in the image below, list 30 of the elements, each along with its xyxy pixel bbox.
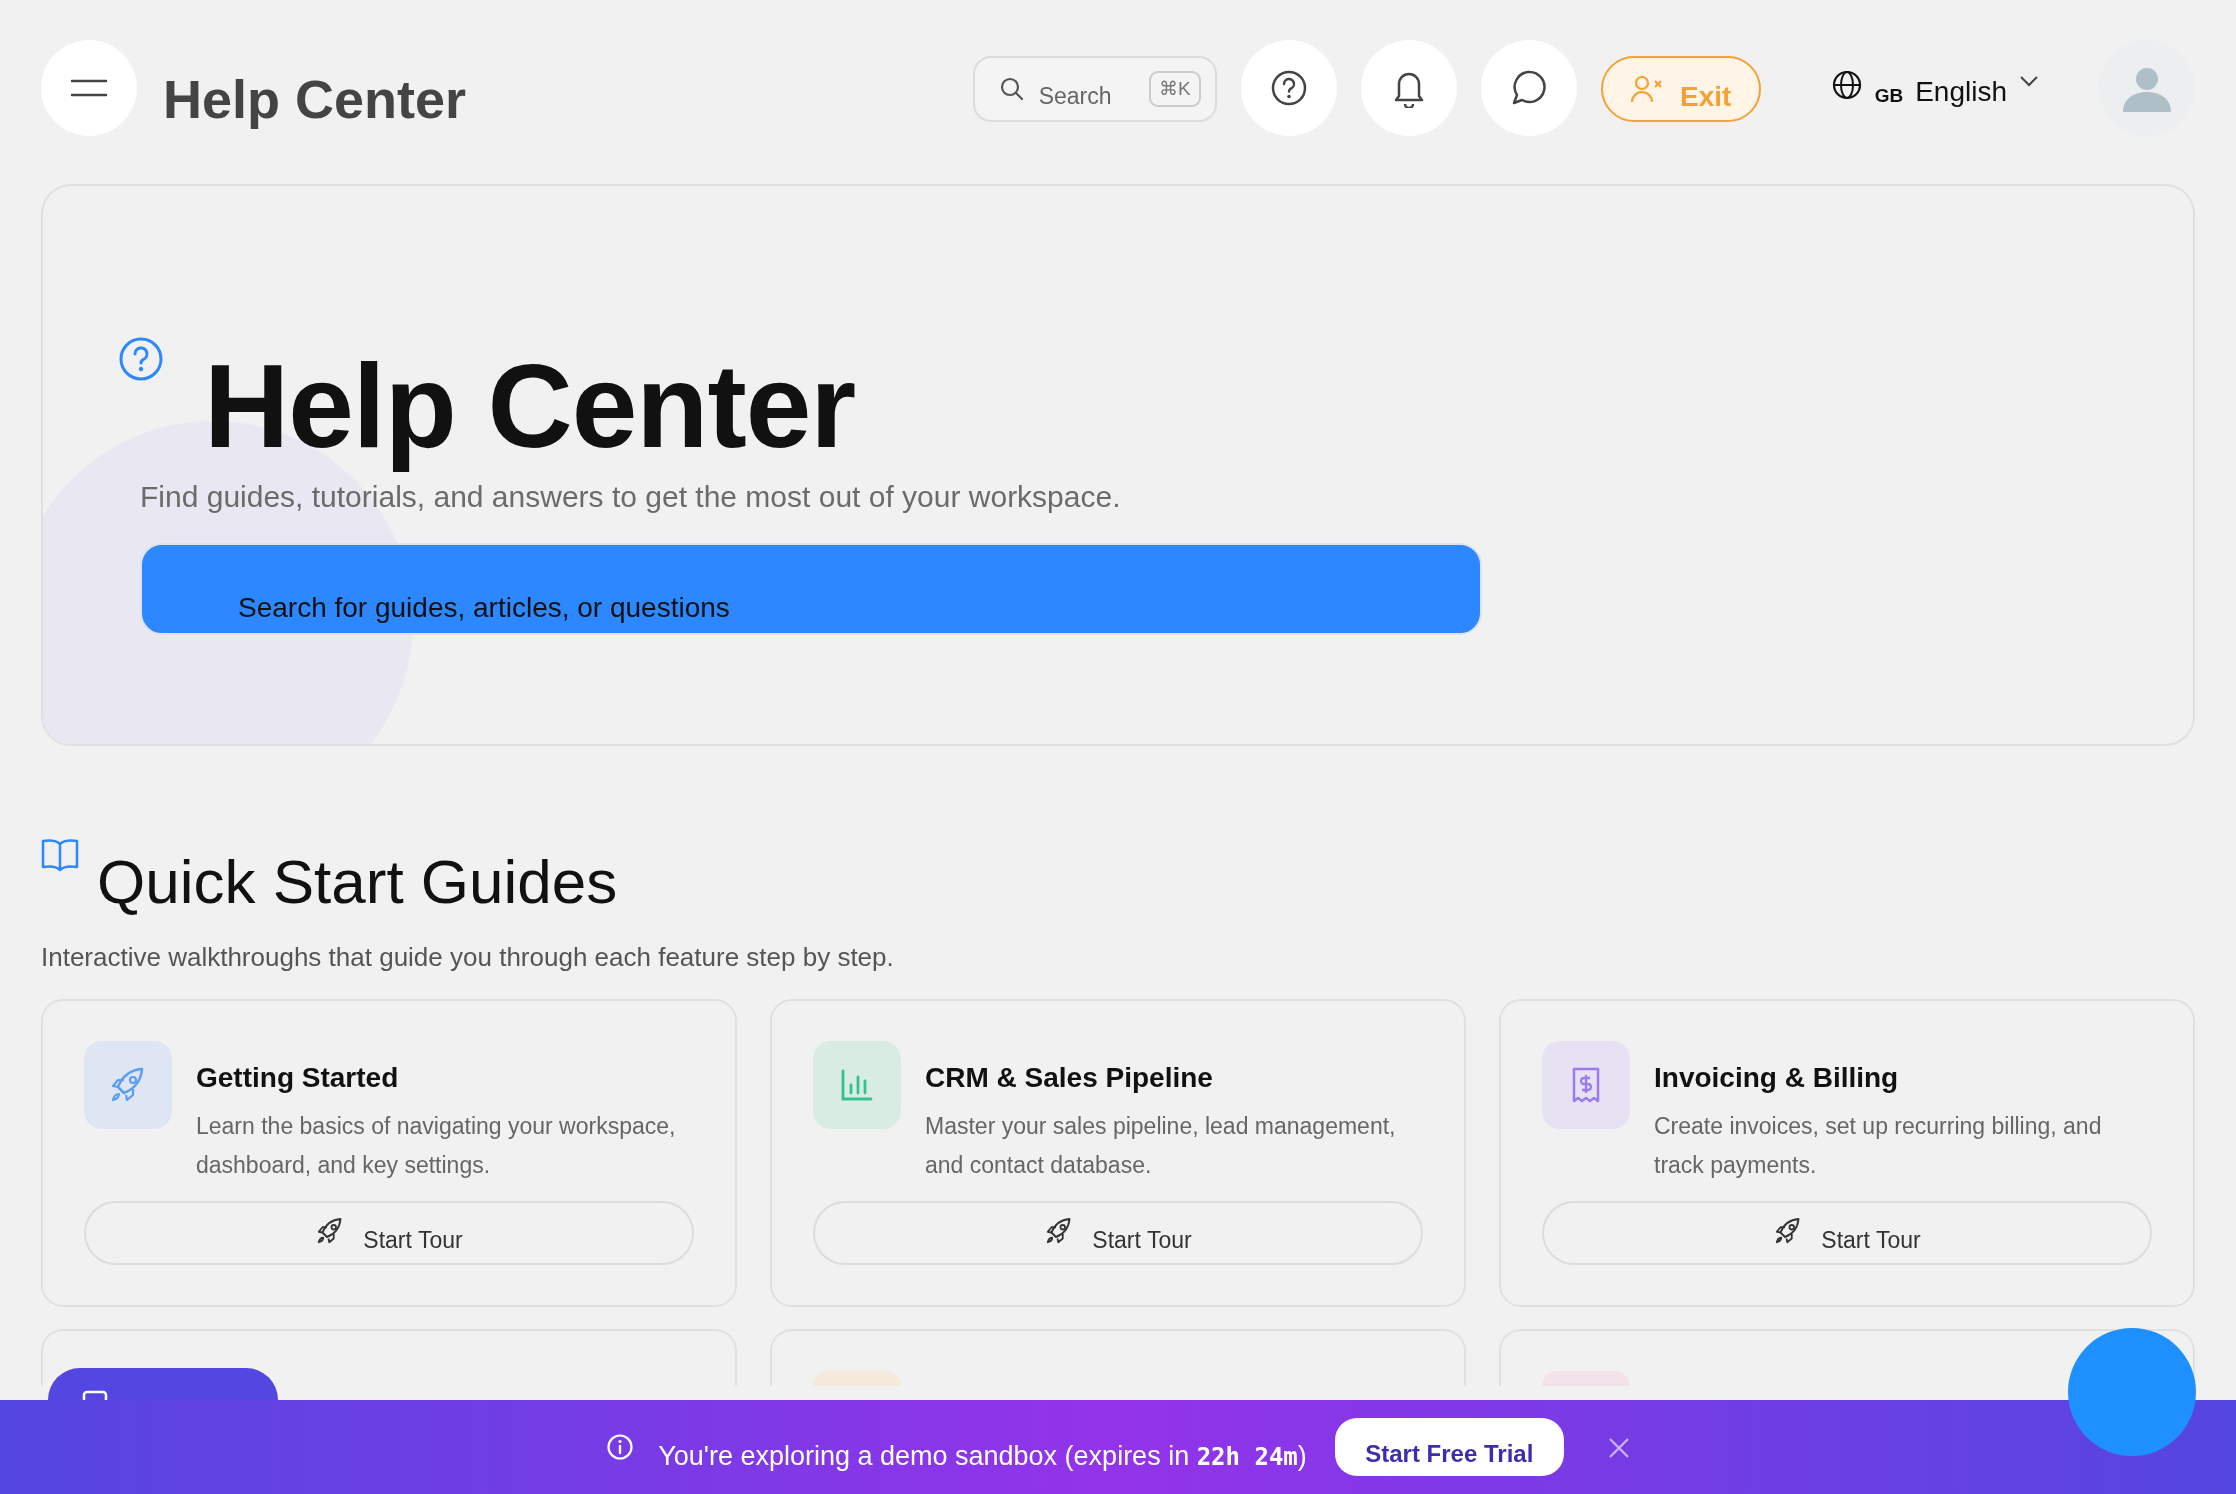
menu-icon <box>70 78 108 98</box>
section-title: Quick Start Guides <box>97 848 618 917</box>
search-field[interactable]: Search for guides, articles, or questions <box>140 542 1482 635</box>
close-button[interactable] <box>1607 1435 1630 1459</box>
info-icon <box>606 1433 635 1461</box>
start-tour-button[interactable]: Start Tour <box>1542 1201 2152 1266</box>
guide-title: CRM & Sales Pipeline <box>925 1061 1214 1096</box>
guide-title: Getting Started <box>196 1061 400 1096</box>
start-tour-button[interactable]: Start Tour <box>84 1201 694 1266</box>
close-icon <box>1607 1436 1630 1459</box>
book-icon <box>41 838 79 872</box>
guide-title: Invoicing & Billing <box>1654 1061 1900 1096</box>
chevron-down-icon <box>2019 74 2039 88</box>
shortcut-hint: ⌘K <box>1148 70 1201 108</box>
help-icon <box>118 336 164 382</box>
hero-title: Help Center <box>204 339 856 474</box>
guide-description: Create invoices, set up recurring billing, and track payments. <box>1654 1112 2103 1181</box>
search-field[interactable]: Search ⌘K <box>972 56 1217 122</box>
globe-icon <box>1830 69 1863 101</box>
start-tour-button[interactable]: Start Tour <box>813 1201 1423 1266</box>
hero-subtitle: Find guides, tutorials, and answers to get the most out of your workspace. <box>140 478 1122 515</box>
guide-description: Master your sales pipeline, lead management, and contact database. <box>925 1112 1397 1181</box>
language-selector[interactable]: GB English <box>1824 64 2045 114</box>
help-icon <box>1269 69 1308 107</box>
search-icon <box>998 76 1025 102</box>
section-subtitle: Interactive walkthroughs that guide you through each feature step by step. <box>41 941 895 975</box>
user-x-icon <box>1629 73 1664 104</box>
banner-message: You're exploring a demo sandbox (expires in 22h 24m) <box>658 1439 1307 1473</box>
start-trial-button[interactable]: Start Free Trial <box>1334 1418 1564 1476</box>
guide-description: Learn the basics of navigating your workspace, dashboard, and key settings. <box>196 1112 677 1181</box>
